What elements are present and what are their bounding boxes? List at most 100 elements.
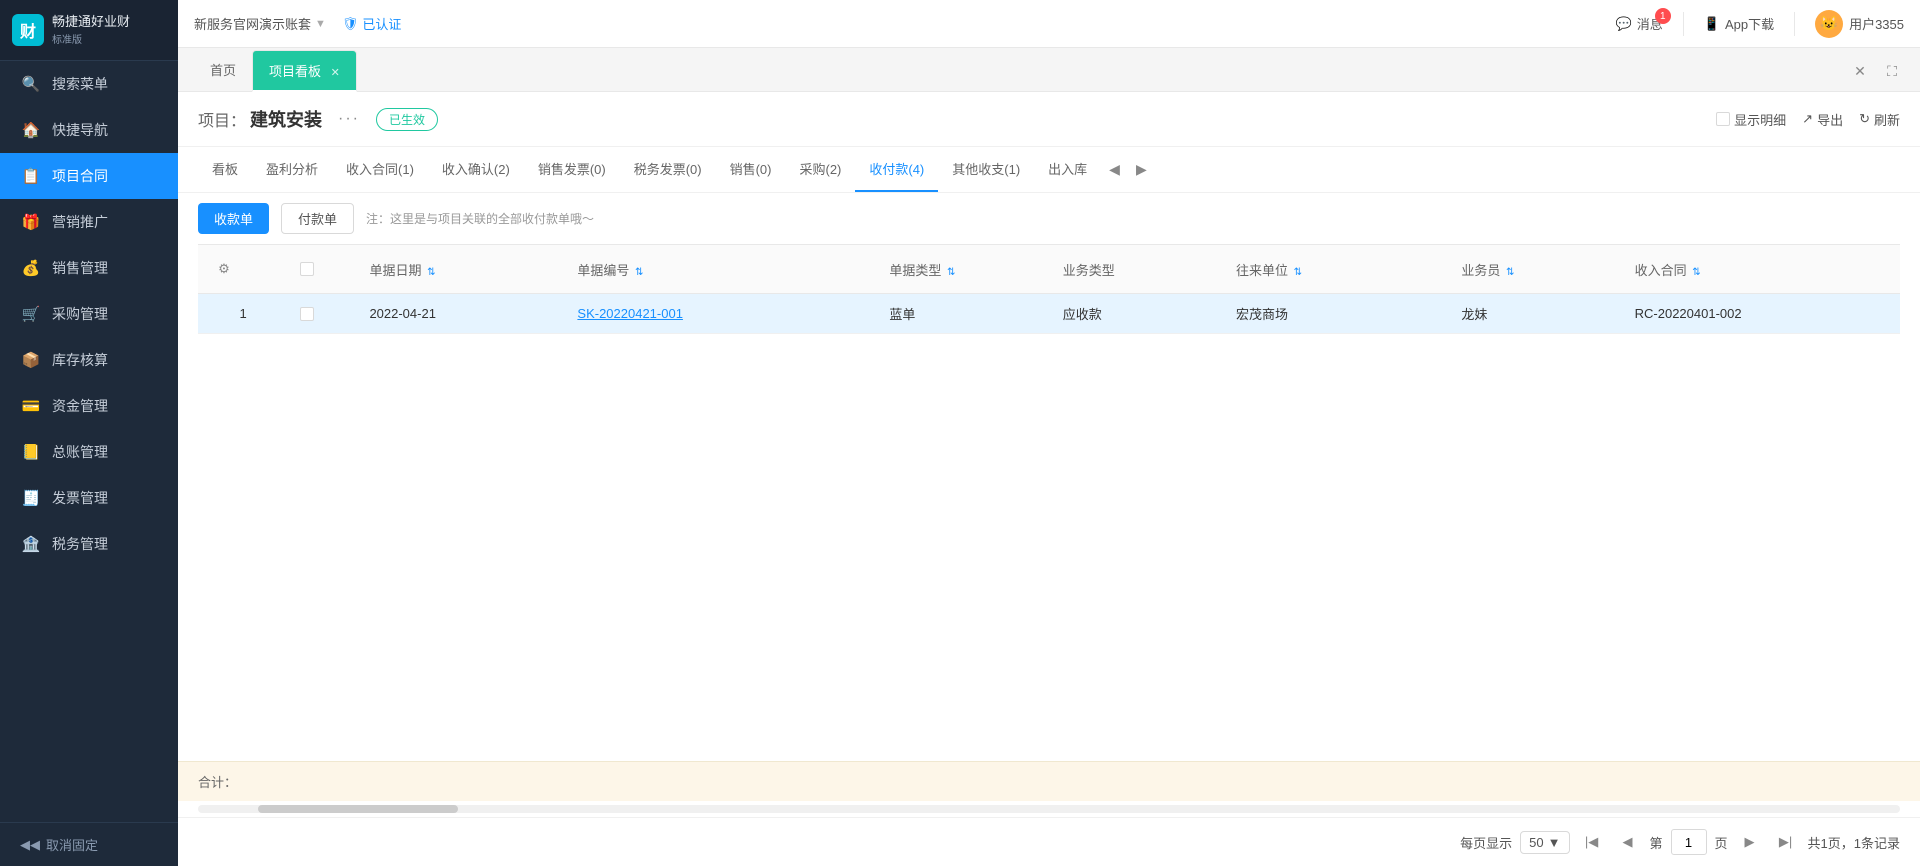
sidebar-logo: 财 畅捷通好业财 标准版 (0, 0, 178, 61)
sidebar-item-inventory[interactable]: 📦 库存核算 (0, 337, 178, 383)
tabbar: 首页 项目看板 ✕ ✕ ⛶ (178, 48, 1920, 92)
cell-contract: RC-20220401-002 (1623, 294, 1900, 334)
sidebar-item-quicknav[interactable]: 🏠 快捷导航 (0, 107, 178, 153)
col-header-partner[interactable]: 往来单位 ⇅ (1224, 245, 1449, 294)
topbar-divider-2 (1794, 12, 1795, 36)
col-header-salesman[interactable]: 业务员 ⇅ (1449, 245, 1622, 294)
col-code-label: 单据编号 (577, 263, 629, 278)
sidebar-item-label-sales: 销售管理 (52, 258, 108, 278)
col-type-label: 单据类型 (889, 263, 941, 278)
sub-tab-tax-invoice[interactable]: 税务发票(0) (620, 147, 716, 192)
cell-index: 1 (198, 294, 288, 334)
export-icon: ↗ (1802, 111, 1813, 127)
page-input[interactable] (1671, 829, 1707, 855)
prev-page-button[interactable]: ◀ (1614, 828, 1642, 856)
message-button[interactable]: 💬 消息 1 (1616, 14, 1663, 33)
table-container: ⚙ 单据日期 ⇅ 单据编号 ⇅ (178, 244, 1920, 761)
payment-button[interactable]: 付款单 (281, 203, 354, 234)
tab-close-icon[interactable]: ✕ (331, 67, 340, 79)
account-dropdown-arrow[interactable]: ▼ (315, 18, 326, 30)
mobile-icon: 📱 (1704, 16, 1720, 32)
scrollbar-thumb[interactable] (258, 805, 458, 813)
sidebar-unpin-label: 取消固定 (46, 835, 98, 854)
invoice-icon: 🧾 (20, 489, 42, 507)
sidebar-item-purchase[interactable]: 🛒 采购管理 (0, 291, 178, 337)
tab-home[interactable]: 首页 (194, 50, 252, 91)
sub-tab-income-contract[interactable]: 收入合同(1) (332, 147, 428, 192)
col-header-checkbox (288, 245, 357, 294)
horizontal-scrollbar[interactable] (198, 805, 1900, 813)
col-contract-label: 收入合同 (1635, 263, 1687, 278)
sub-tab-prev-arrow[interactable]: ◀ (1101, 147, 1128, 192)
sub-tab-income-confirm[interactable]: 收入确认(2) (428, 147, 524, 192)
refresh-button[interactable]: ↻ 刷新 (1859, 110, 1900, 129)
sidebar-item-invoice[interactable]: 🧾 发票管理 (0, 475, 178, 521)
col-header-contract[interactable]: 收入合同 ⇅ (1623, 245, 1900, 294)
ledger-icon: 📒 (20, 443, 42, 461)
col-header-settings: ⚙ (198, 245, 288, 294)
app-download-button[interactable]: 📱 App下载 (1704, 14, 1774, 33)
user-name: 用户3355 (1849, 14, 1904, 33)
show-detail-label: 显示明细 (1734, 110, 1786, 129)
sub-tab-payment[interactable]: 收付款(4) (855, 147, 938, 192)
topbar-divider-1 (1683, 12, 1684, 36)
sub-tab-other[interactable]: 其他收支(1) (938, 147, 1034, 192)
first-page-button[interactable]: |◀ (1578, 828, 1606, 856)
sub-tab-sales-invoice[interactable]: 销售发票(0) (524, 147, 620, 192)
project-header-actions: 显示明细 ↗ 导出 ↻ 刷新 (1716, 110, 1900, 129)
sidebar-item-contract[interactable]: 📋 项目合同 (0, 153, 178, 199)
col-date-label: 单据日期 (369, 263, 421, 278)
export-button[interactable]: ↗ 导出 (1802, 110, 1843, 129)
tab-project-board[interactable]: 项目看板 ✕ (252, 50, 357, 92)
per-page-value: 50 (1529, 835, 1543, 850)
show-detail-checkbox-box[interactable] (1716, 112, 1730, 126)
select-all-checkbox[interactable] (300, 262, 314, 276)
cell-code-link[interactable]: SK-20220421-001 (577, 306, 683, 321)
funds-icon: 💳 (20, 397, 42, 415)
sidebar-unpin-button[interactable]: ◀◀ 取消固定 (0, 822, 178, 866)
per-page-select[interactable]: 50 ▼ (1520, 831, 1569, 854)
sidebar-item-search[interactable]: 🔍 搜索菜单 (0, 61, 178, 107)
sidebar-item-funds[interactable]: 💳 资金管理 (0, 383, 178, 429)
sidebar-item-ledger[interactable]: 📒 总账管理 (0, 429, 178, 475)
pin-icon: ◀◀ (20, 837, 40, 853)
total-label: 共1页，1条记录 (1808, 833, 1900, 852)
receipt-button[interactable]: 收款单 (198, 203, 269, 234)
tabbar-actions: ✕ ⛶ (1848, 59, 1904, 91)
sub-tab-sales[interactable]: 销售(0) (716, 147, 786, 192)
cell-biz: 应收款 (1051, 294, 1224, 334)
user-avatar: 😺 (1815, 10, 1843, 38)
cell-type: 蓝单 (877, 294, 1050, 334)
certified-badge: 🛡 已认证 (342, 14, 402, 33)
col-header-type[interactable]: 单据类型 ⇅ (877, 245, 1050, 294)
sub-tab-kanban[interactable]: 看板 (198, 147, 252, 192)
sub-tab-purchase[interactable]: 采购(2) (785, 147, 855, 192)
show-detail-checkbox[interactable]: 显示明细 (1716, 110, 1786, 129)
col-header-date[interactable]: 单据日期 ⇅ (357, 245, 565, 294)
sub-tabs: 看板 盈利分析 收入合同(1) 收入确认(2) 销售发票(0) 税务发票(0) … (178, 147, 1920, 193)
sub-tab-profit[interactable]: 盈利分析 (252, 147, 332, 192)
contract-icon: 📋 (20, 167, 42, 185)
next-page-button[interactable]: ▶ (1736, 828, 1764, 856)
sidebar-item-sales[interactable]: 💰 销售管理 (0, 245, 178, 291)
gift-icon: 🎁 (20, 213, 42, 231)
project-more-button[interactable]: ··· (338, 110, 360, 128)
pagination: 每页显示 50 ▼ |◀ ◀ 第 页 ▶ ▶| 共1页，1条记录 (178, 817, 1920, 866)
row-checkbox[interactable] (300, 307, 314, 321)
last-page-button[interactable]: ▶| (1772, 828, 1800, 856)
sidebar: 财 畅捷通好业财 标准版 🔍 搜索菜单 🏠 快捷导航 📋 项目合同 🎁 营销推广… (0, 0, 178, 866)
settings-gear-button[interactable]: ⚙ (210, 255, 238, 283)
search-icon: 🔍 (20, 75, 42, 93)
sidebar-item-tax[interactable]: 🏦 税务管理 (0, 521, 178, 567)
expand-window-button[interactable]: ⛶ (1880, 59, 1904, 83)
sub-tab-storage[interactable]: 出入库 (1034, 147, 1101, 192)
sidebar-item-marketing[interactable]: 🎁 营销推广 (0, 199, 178, 245)
project-status-badge: 已生效 (376, 108, 438, 131)
user-menu-button[interactable]: 😺 用户3355 (1815, 10, 1904, 38)
col-header-code[interactable]: 单据编号 ⇅ (565, 245, 877, 294)
sub-tab-next-arrow[interactable]: ▶ (1128, 147, 1155, 192)
col-partner-label: 往来单位 (1236, 263, 1288, 278)
data-table: ⚙ 单据日期 ⇅ 单据编号 ⇅ (198, 244, 1900, 334)
close-window-button[interactable]: ✕ (1848, 59, 1872, 83)
page-label: 第 (1650, 833, 1663, 852)
